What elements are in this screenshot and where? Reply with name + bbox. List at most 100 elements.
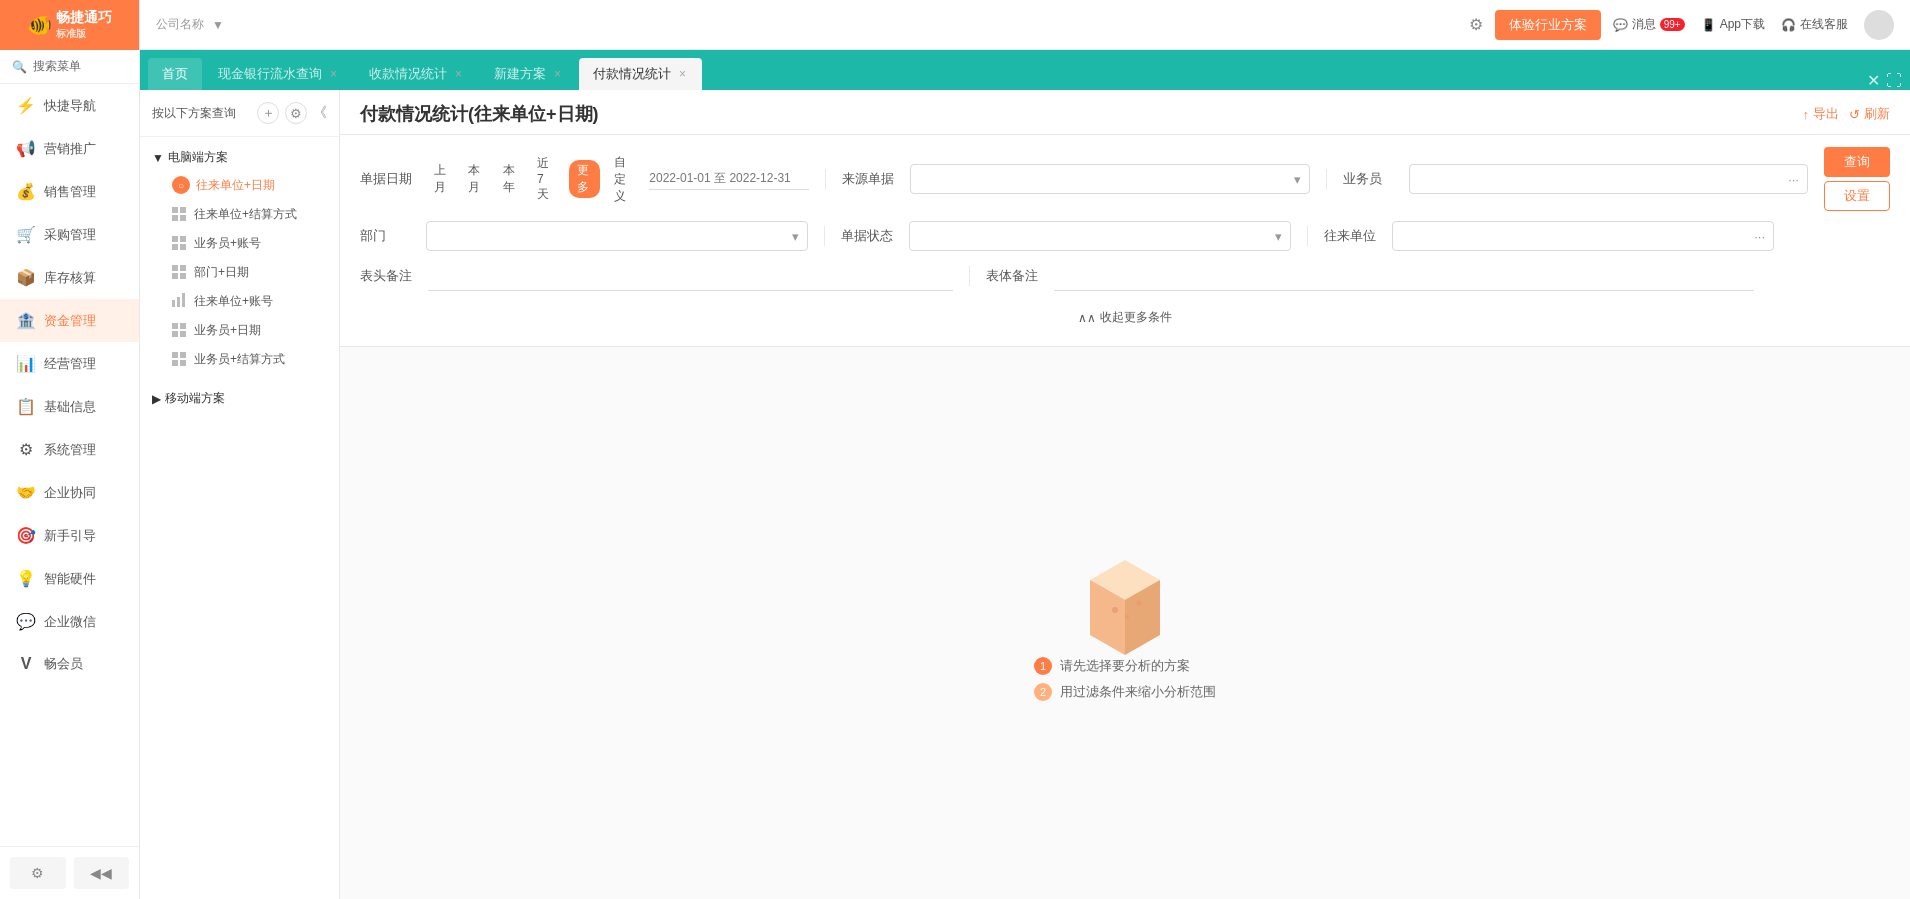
related-unit-label: 往来单位 [1324,227,1376,245]
app-download-btn[interactable]: 📱 App下载 [1701,16,1765,33]
collapse-panel-btn[interactable]: 《 [313,104,327,122]
expand-icon: ▼ [152,151,164,165]
scheme-dept-date[interactable]: 部门+日期 [152,258,327,287]
collapse-sidebar-btn[interactable]: ◀◀ [74,857,130,889]
scheme-unit-settlement[interactable]: 往来单位+结算方式 [152,200,327,229]
sidebar-item-quick-nav[interactable]: ⚡ 快捷导航 [0,84,139,127]
this-month-btn[interactable]: 本月 [462,160,488,198]
header-note-input[interactable] [428,261,953,291]
scheme-staff-account[interactable]: 业务员+账号 [152,229,327,258]
doc-status-label: 单据状态 [841,227,893,245]
header-note-label: 表头备注 [360,267,412,285]
settings-bottom-btn[interactable]: ⚙ [10,857,66,889]
source-select[interactable]: ▾ [910,164,1309,194]
settings-icon[interactable]: ⚙ [1469,15,1483,34]
trial-button[interactable]: 体验行业方案 [1495,10,1601,40]
breadcrumb-dropdown[interactable]: ▼ [212,18,224,32]
sidebar-item-basic[interactable]: 📋 基础信息 [0,385,139,428]
avatar[interactable] [1864,10,1894,40]
query-button[interactable]: 查询 [1824,147,1890,177]
related-unit-select[interactable]: ··· [1392,221,1774,251]
left-panel-header: 按以下方案查询 ＋ ⚙ 《 [140,90,339,137]
scheme-unit-account[interactable]: 往来单位+账号 [152,287,327,316]
sidebar-item-capital[interactable]: 🏦 资金管理 [0,299,139,342]
empty-hint-2: 2 用过滤条件来缩小分析范围 [1034,683,1216,701]
tab-payment-stats[interactable]: 付款情况统计 × [579,58,702,90]
tab-close-bank-flow[interactable]: × [328,65,339,83]
notifications-btn[interactable]: 💬 消息 99+ [1613,16,1685,33]
logo: 🐠 畅捷通巧 标准版 [0,0,139,50]
scheme-icon-grid-5 [172,323,188,339]
dept-select[interactable]: ▾ [426,221,808,251]
svg-rect-18 [180,331,186,337]
filter-area: 单据日期 上月 本月 本年 近7天 更多 自定义 2022-01-01 至 20… [340,135,1910,347]
topbar: 公司名称 ▼ ⚙ 体验行业方案 💬 消息 99+ 📱 App下载 🎧 在线客服 [140,0,1910,50]
refresh-icon: ↺ [1849,107,1860,122]
scheme-unit-date[interactable]: ○ 往来单位+日期 [152,170,327,200]
main-area: 公司名称 ▼ ⚙ 体验行业方案 💬 消息 99+ 📱 App下载 🎧 在线客服 … [140,0,1910,899]
sidebar-item-hardware[interactable]: 💡 智能硬件 [0,557,139,600]
tab-close-all-btn[interactable]: ✕ [1867,71,1880,90]
sidebar-item-vip[interactable]: V 畅会员 [0,643,139,685]
last-7days-btn[interactable]: 近7天 [531,153,561,205]
svg-rect-17 [172,331,178,337]
svg-rect-22 [180,360,186,366]
tab-close-receipt-stats[interactable]: × [453,65,464,83]
online-service-btn[interactable]: 🎧 在线客服 [1781,16,1848,33]
capital-icon: 🏦 [16,311,36,330]
svg-rect-21 [172,360,178,366]
sidebar-item-inventory[interactable]: 📦 库存核算 [0,256,139,299]
logo-edition: 标准版 [56,27,112,41]
svg-rect-2 [172,215,178,221]
date-label: 单据日期 [360,170,412,188]
sidebar-item-cooperation[interactable]: 🤝 企业协同 [0,471,139,514]
sidebar-item-sales[interactable]: 💰 销售管理 [0,170,139,213]
refresh-btn[interactable]: ↺ 刷新 [1849,105,1890,123]
notification-badge: 99+ [1660,18,1685,31]
sidebar-item-system[interactable]: ⚙ 系统管理 [0,428,139,471]
custom-date-btn[interactable]: 自定义 [608,152,642,207]
scheme-staff-date[interactable]: 业务员+日期 [152,316,327,345]
settings-button[interactable]: 设置 [1824,181,1890,211]
date-range-display[interactable]: 2022-01-01 至 2022-12-31 [649,168,809,190]
sidebar-item-purchase[interactable]: 🛒 采购管理 [0,213,139,256]
tab-maximize-btn[interactable]: ⛶ [1886,72,1902,90]
quick-nav-icon: ⚡ [16,96,36,115]
search-menu[interactable]: 🔍 搜索菜单 [0,50,139,84]
export-icon: ↑ [1803,107,1810,122]
search-icon: 🔍 [12,60,27,74]
body-note-input[interactable] [1054,261,1754,291]
hardware-icon: 💡 [16,569,36,588]
last-month-btn[interactable]: 上月 [428,160,454,198]
sidebar-item-operation[interactable]: 📊 经营管理 [0,342,139,385]
manage-scheme-btn[interactable]: ⚙ [285,102,307,124]
export-btn[interactable]: ↑ 导出 [1803,105,1840,123]
scheme-staff-settlement[interactable]: 业务员+结算方式 [152,345,327,374]
doc-status-select[interactable]: ▾ [909,221,1291,251]
panel-header-text: 按以下方案查询 [152,105,251,122]
system-icon: ⚙ [16,440,36,459]
page-header: 付款情况统计(往来单位+日期) ↑ 导出 ↺ 刷新 [340,90,1910,135]
tab-bank-flow[interactable]: 现金银行流水查询 × [204,58,353,90]
svg-rect-1 [180,207,186,213]
sidebar-item-marketing[interactable]: 📢 营销推广 [0,127,139,170]
sidebar-item-guide[interactable]: 🎯 新手引导 [0,514,139,557]
desktop-group-title[interactable]: ▼ 电脑端方案 [152,145,327,170]
staff-select[interactable]: ··· [1409,164,1808,194]
sidebar-item-weixin[interactable]: 💬 企业微信 [0,600,139,643]
divider-1 [825,169,826,189]
sidebar-nav: ⚡ 快捷导航 📢 营销推广 💰 销售管理 🛒 采购管理 📦 库存核算 🏦 资金管… [0,84,139,846]
tab-new-scheme[interactable]: 新建方案 × [480,58,577,90]
tab-home[interactable]: 首页 [148,58,202,90]
add-scheme-btn[interactable]: ＋ [257,102,279,124]
hint-num-2: 2 [1034,683,1052,701]
tab-close-payment-stats[interactable]: × [677,65,688,83]
this-year-btn[interactable]: 本年 [497,160,523,198]
tab-close-new-scheme[interactable]: × [552,65,563,83]
tab-receipt-stats[interactable]: 收款情况统计 × [355,58,478,90]
right-panel: 付款情况统计(往来单位+日期) ↑ 导出 ↺ 刷新 单据日期 [340,90,1910,899]
more-dates-btn[interactable]: 更多 [569,160,599,198]
collapse-more-btn[interactable]: ∧∧ 收起更多条件 [360,301,1890,334]
divider-5 [969,266,970,286]
mobile-group-title[interactable]: ▶ 移动端方案 [152,386,327,411]
